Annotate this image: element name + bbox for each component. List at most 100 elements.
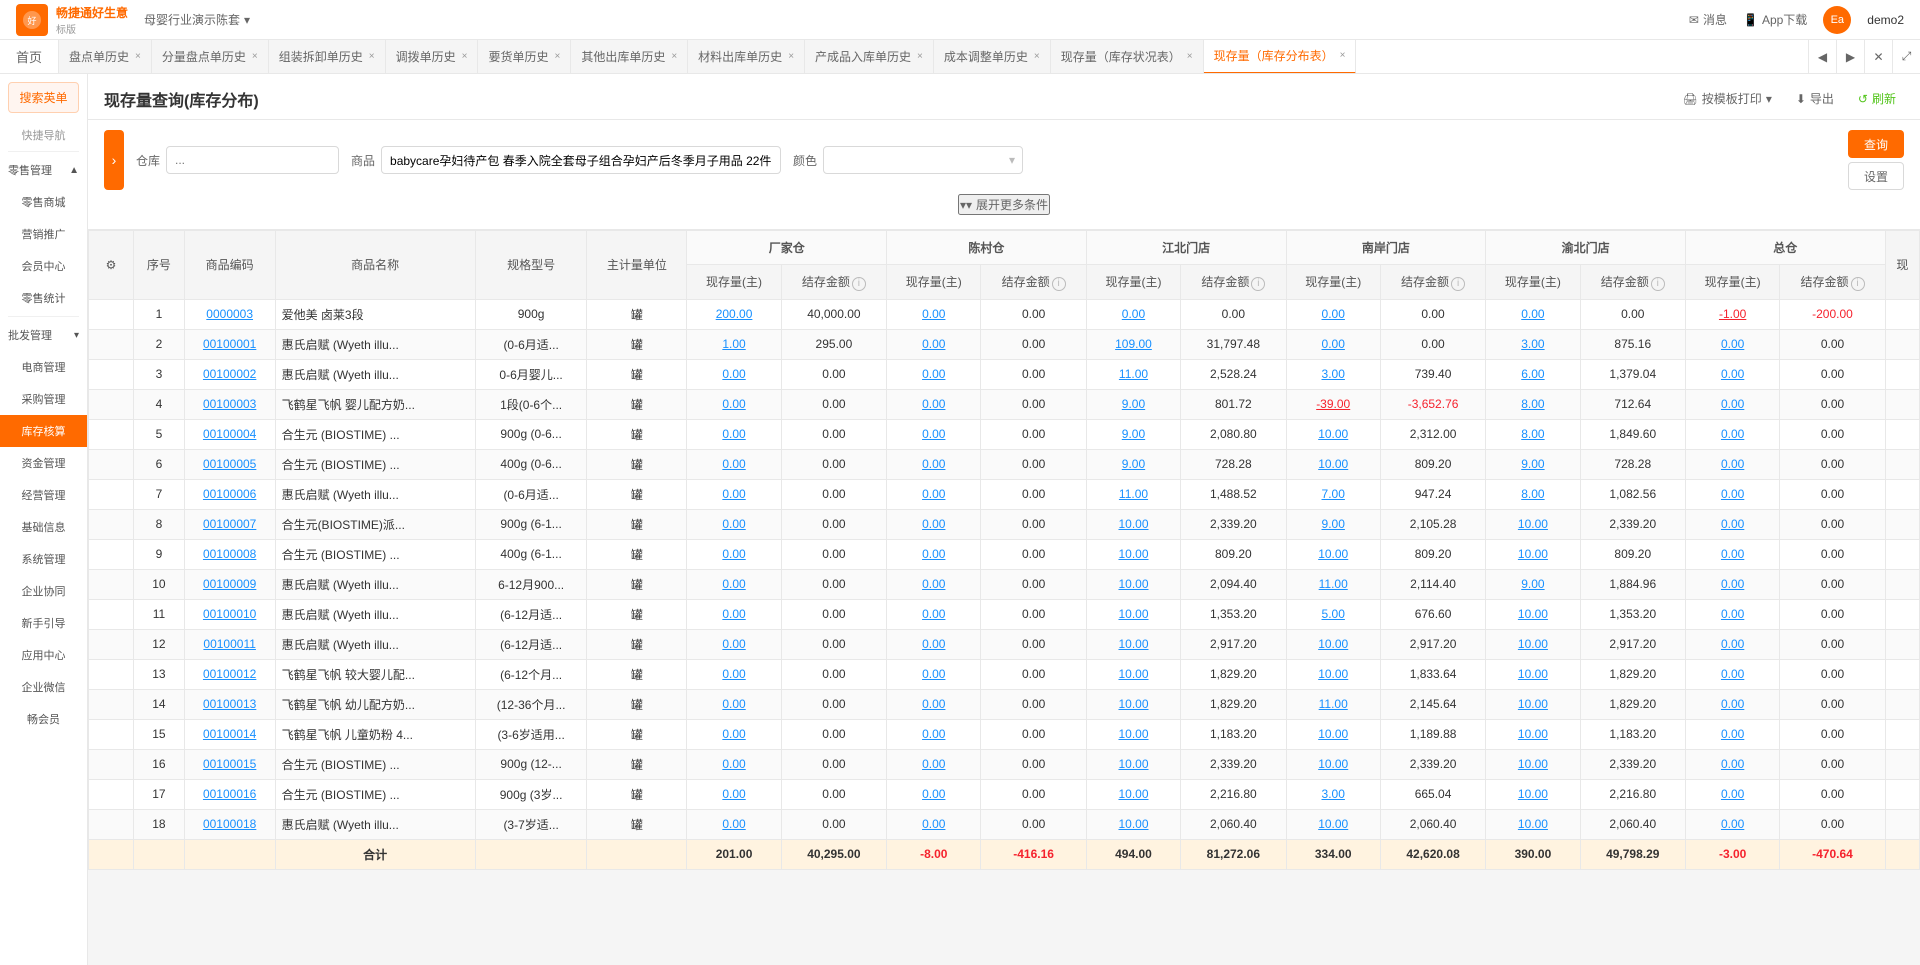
n-bal-info-icon[interactable]: i — [1451, 277, 1465, 291]
f-bal-info-icon[interactable]: i — [852, 277, 866, 291]
table-cell[interactable]: 11.00 — [1286, 689, 1380, 719]
product-input[interactable] — [381, 146, 781, 174]
tab-close-all-btn[interactable]: ✕ — [1864, 40, 1892, 74]
tab-close-request[interactable]: × — [554, 51, 560, 62]
export-btn[interactable]: ⬇ 导出 — [1788, 86, 1842, 111]
table-cell[interactable]: 00100005 — [184, 449, 275, 479]
table-cell[interactable]: 10.00 — [1286, 719, 1380, 749]
table-cell[interactable]: 00100001 — [184, 329, 275, 359]
table-cell[interactable]: 00100011 — [184, 629, 275, 659]
sidebar-item-enterprise[interactable]: 企业协同 — [0, 575, 87, 607]
table-cell[interactable]: -1.00 — [1685, 299, 1779, 329]
table-cell[interactable]: 6.00 — [1486, 359, 1580, 389]
tab-close-transfer[interactable]: × — [462, 51, 468, 62]
table-cell[interactable]: 10.00 — [1086, 539, 1180, 569]
table-cell[interactable]: 5.00 — [1286, 599, 1380, 629]
tab-transfer[interactable]: 调拨单历史 × — [386, 40, 479, 74]
sidebar-item-basic[interactable]: 基础信息 — [0, 511, 87, 543]
tab-material-out[interactable]: 材料出库单历史 × — [688, 40, 805, 74]
table-cell[interactable]: 10.00 — [1286, 659, 1380, 689]
table-cell[interactable]: 00100018 — [184, 809, 275, 839]
table-cell[interactable]: 0.00 — [887, 539, 981, 569]
table-cell[interactable]: 10.00 — [1486, 659, 1580, 689]
sidebar-item-retail-stats[interactable]: 零售统计 — [0, 282, 87, 314]
table-cell[interactable]: 0.00 — [1685, 719, 1779, 749]
tab-prev-btn[interactable]: ◀ — [1808, 40, 1836, 74]
table-cell[interactable]: 10.00 — [1486, 689, 1580, 719]
expand-conditions-btn[interactable]: ▾▾ 展开更多条件 — [958, 194, 1050, 215]
sidebar-item-wholesale[interactable]: 批发管理 ▾ — [0, 319, 87, 351]
table-cell[interactable]: 9.00 — [1486, 569, 1580, 599]
table-cell[interactable]: 0.00 — [1685, 629, 1779, 659]
tab-sub-stocktake[interactable]: 分量盘点单历史 × — [152, 40, 269, 74]
table-cell[interactable]: 10.00 — [1486, 809, 1580, 839]
tab-request[interactable]: 要货单历史 × — [478, 40, 571, 74]
refresh-btn[interactable]: ↺ 刷新 — [1850, 86, 1904, 111]
table-cell[interactable]: 10.00 — [1286, 449, 1380, 479]
table-cell[interactable]: 0.00 — [887, 809, 981, 839]
sidebar-item-marketing[interactable]: 营销推广 — [0, 218, 87, 250]
table-cell[interactable]: 00100006 — [184, 479, 275, 509]
table-cell[interactable]: 0.00 — [1685, 479, 1779, 509]
sidebar-item-wechat[interactable]: 企业微信 — [0, 671, 87, 703]
print-btn[interactable]: 🖨 按模板打印 ▾ — [1675, 86, 1780, 111]
table-cell[interactable]: 0.00 — [1685, 449, 1779, 479]
table-cell[interactable]: 0.00 — [1685, 539, 1779, 569]
table-cell[interactable]: 00100014 — [184, 719, 275, 749]
table-cell[interactable]: 0.00 — [687, 689, 781, 719]
table-cell[interactable]: 9.00 — [1486, 449, 1580, 479]
table-cell[interactable]: 0.00 — [1286, 299, 1380, 329]
search-btn[interactable]: 搜索英单 — [8, 82, 79, 113]
color-input[interactable] — [823, 146, 1023, 174]
tab-fullscreen-btn[interactable]: ⤢ — [1892, 40, 1920, 74]
sidebar-item-retail-store[interactable]: 零售商城 — [0, 186, 87, 218]
table-cell[interactable]: 0.00 — [1685, 389, 1779, 419]
table-cell[interactable]: 0.00 — [1685, 359, 1779, 389]
table-cell[interactable]: 0.00 — [687, 719, 781, 749]
y-bal-info-icon[interactable]: i — [1651, 277, 1665, 291]
table-cell[interactable]: 10.00 — [1086, 599, 1180, 629]
tab-close-cost-adjust[interactable]: × — [1034, 51, 1040, 62]
table-cell[interactable]: 10.00 — [1286, 749, 1380, 779]
table-cell[interactable]: 00100009 — [184, 569, 275, 599]
tab-next-btn[interactable]: ▶ — [1836, 40, 1864, 74]
j-bal-info-icon[interactable]: i — [1251, 277, 1265, 291]
table-cell[interactable]: 3.00 — [1286, 359, 1380, 389]
table-cell[interactable]: 10.00 — [1286, 419, 1380, 449]
table-cell[interactable]: 0.00 — [687, 509, 781, 539]
table-cell[interactable]: 10.00 — [1486, 539, 1580, 569]
table-cell[interactable]: 0.00 — [687, 419, 781, 449]
tab-home[interactable]: 首页 — [0, 40, 59, 74]
table-cell[interactable]: 0.00 — [887, 749, 981, 779]
tab-stock-distribution[interactable]: 现存量（库存分布表） × — [1204, 40, 1357, 74]
table-cell[interactable]: 0.00 — [687, 479, 781, 509]
table-cell[interactable]: 0.00 — [887, 419, 981, 449]
table-cell[interactable]: 109.00 — [1086, 329, 1180, 359]
table-cell[interactable]: 0.00 — [687, 389, 781, 419]
table-cell[interactable]: 10.00 — [1286, 809, 1380, 839]
table-cell[interactable]: 0.00 — [887, 629, 981, 659]
table-cell[interactable]: 10.00 — [1086, 719, 1180, 749]
sidebar-item-retail[interactable]: 零售管理 ▲ — [0, 154, 87, 186]
warehouse-input[interactable] — [166, 146, 339, 174]
table-cell[interactable]: 00100012 — [184, 659, 275, 689]
table-cell[interactable]: 8.00 — [1486, 419, 1580, 449]
table-cell[interactable]: 00100008 — [184, 539, 275, 569]
table-cell[interactable]: 00100013 — [184, 689, 275, 719]
table-cell[interactable]: 00100010 — [184, 599, 275, 629]
table-cell[interactable]: 0.00 — [887, 569, 981, 599]
table-cell[interactable]: 0.00 — [887, 599, 981, 629]
table-cell[interactable]: 9.00 — [1086, 449, 1180, 479]
tab-stock-status[interactable]: 现存量（库存状况表） × — [1051, 40, 1204, 74]
settings-btn[interactable]: 设置 — [1848, 162, 1904, 190]
sidebar-item-member[interactable]: 会员中心 — [0, 250, 87, 282]
tab-close-stock-status[interactable]: × — [1187, 51, 1193, 62]
table-cell[interactable]: 11.00 — [1086, 479, 1180, 509]
table-cell[interactable]: 0.00 — [687, 449, 781, 479]
table-cell[interactable]: 11.00 — [1086, 359, 1180, 389]
table-cell[interactable]: 0.00 — [1486, 299, 1580, 329]
sidebar-item-inventory[interactable]: 库存核算 — [0, 415, 87, 447]
c-bal-info-icon[interactable]: i — [1052, 277, 1066, 291]
tab-cost-adjust[interactable]: 成本调整单历史 × — [934, 40, 1051, 74]
tab-close-stock-dist[interactable]: × — [1340, 50, 1346, 61]
